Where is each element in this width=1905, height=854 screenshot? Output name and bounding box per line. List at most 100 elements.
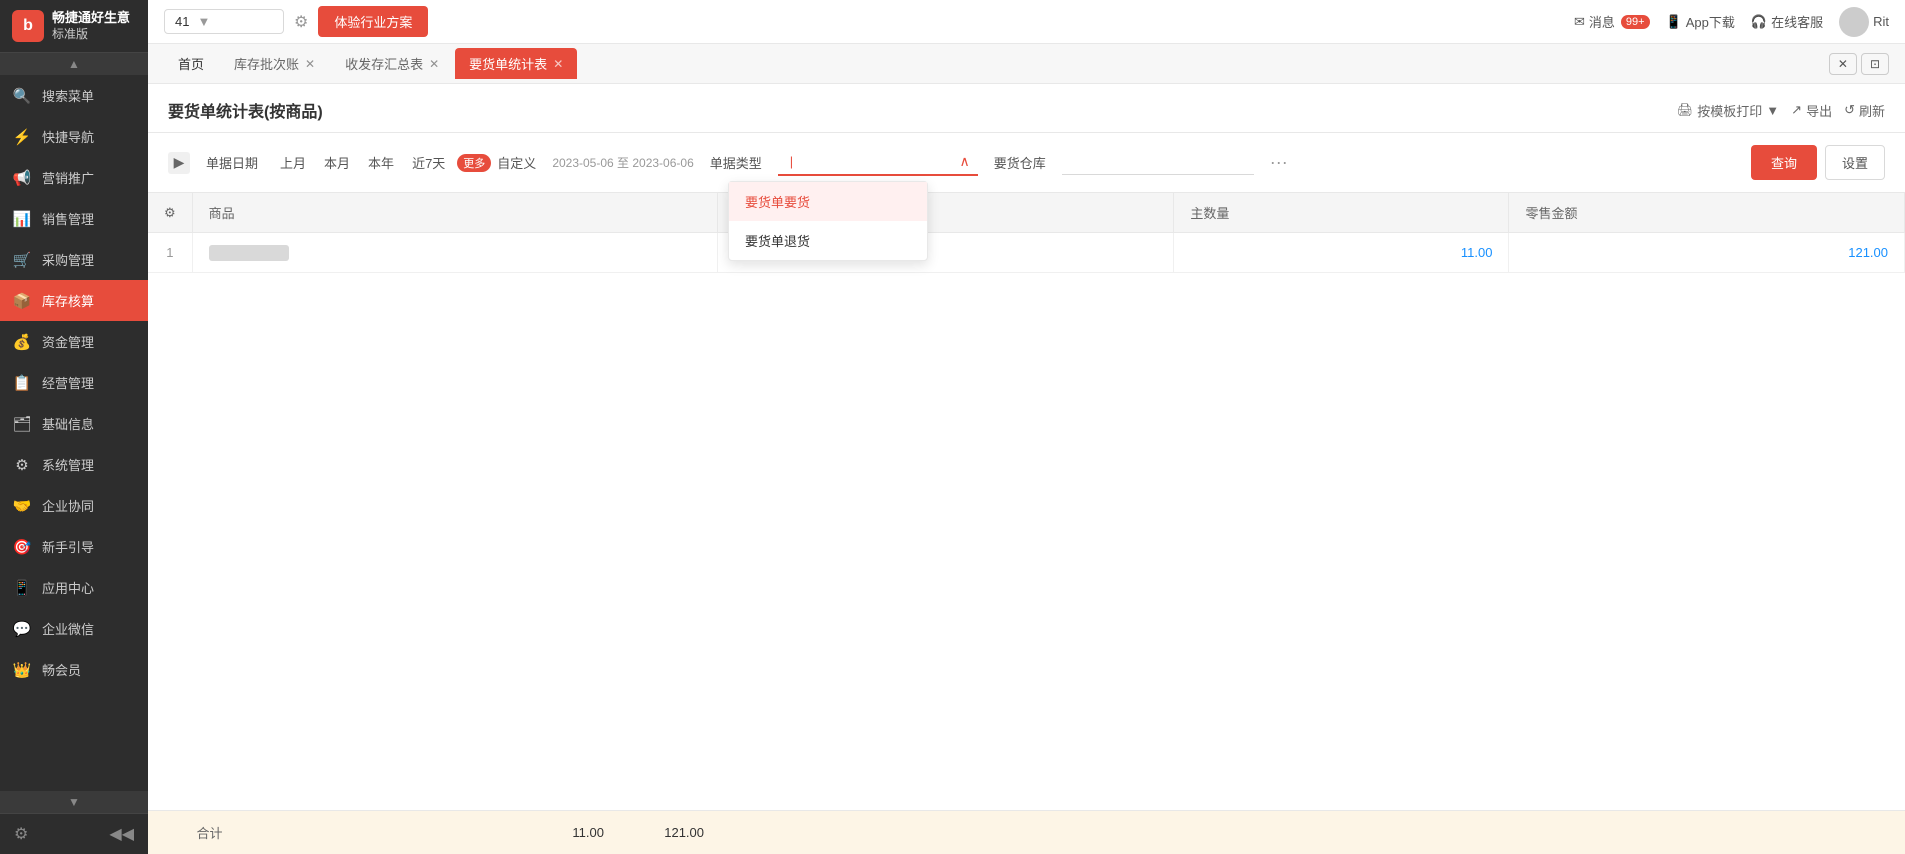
filter-expand-btn[interactable]: ▶ xyxy=(168,152,190,174)
avatar xyxy=(1839,7,1869,37)
date-filter-label: 单据日期 xyxy=(206,153,258,172)
sidebar-nav: 🔍 搜索菜单 ⚡ 快捷导航 📢 营销推广 📊 销售管理 🛒 采购管理 📦 库存核… xyxy=(0,75,148,791)
sidebar-item-guide[interactable]: 🎯 新手引导 xyxy=(0,526,148,567)
search-icon: 🔍 xyxy=(12,87,32,105)
sidebar-item-sales[interactable]: 📊 销售管理 xyxy=(0,198,148,239)
date-custom-btn[interactable]: 自定义 xyxy=(497,153,536,172)
topbar-left: 41 ▼ ⚙ 体验行业方案 xyxy=(164,6,428,37)
print-template-action[interactable]: 🖨 按模板打印 ▼ xyxy=(1677,101,1779,120)
col-settings[interactable]: ⚙ xyxy=(148,193,192,233)
basic-info-icon: 🗂 xyxy=(12,415,32,433)
sidebar-item-purchase[interactable]: 🛒 采购管理 xyxy=(0,239,148,280)
total-qty: 11.00 xyxy=(504,825,604,840)
tab-home[interactable]: 首页 xyxy=(164,48,218,79)
sidebar-item-finance[interactable]: 💰 资金管理 xyxy=(0,321,148,362)
member-icon: 👑 xyxy=(12,661,32,679)
tab-close-recv-send[interactable]: ✕ xyxy=(429,57,439,71)
message-item[interactable]: ✉ 消息 99+ xyxy=(1574,12,1650,31)
system-icon: ⚙ xyxy=(12,456,32,474)
company-select-arrow: ▼ xyxy=(197,14,210,29)
tab-close-order-stats[interactable]: ✕ xyxy=(553,57,563,71)
tab-inventory-batch[interactable]: 库存批次账 ✕ xyxy=(220,48,329,79)
tab-expand-btn[interactable]: ⊡ xyxy=(1861,53,1889,75)
sidebar: b 畅捷通好生意 标准版 ▲ 🔍 搜索菜单 ⚡ 快捷导航 📢 营销推广 📊 销售… xyxy=(0,0,148,854)
sidebar-item-member[interactable]: 👑 畅会员 xyxy=(0,649,148,690)
sidebar-item-inventory[interactable]: 📦 库存核算 xyxy=(0,280,148,321)
filter-bar: ▶ 单据日期 上月 本月 本年 近7天 更多 自定义 2023-05-06 至 … xyxy=(148,133,1905,193)
date-more-badge[interactable]: 更多 xyxy=(457,154,491,172)
tab-close-inventory-batch[interactable]: ✕ xyxy=(305,57,315,71)
date-btn-this-month[interactable]: 本月 xyxy=(318,150,356,175)
user-avatar-item[interactable]: Rit xyxy=(1839,7,1889,37)
total-amount: 121.00 xyxy=(604,825,704,840)
product-blurred xyxy=(209,245,289,261)
filter-more-btn[interactable]: ··· xyxy=(1270,152,1288,173)
inventory-icon: 📦 xyxy=(12,292,32,310)
table-header-row: ⚙ 商品 主计量单位 主数量 零售金额 xyxy=(148,193,1905,233)
tab-close-all-btn[interactable]: ✕ xyxy=(1829,53,1857,75)
sidebar-item-search[interactable]: 🔍 搜索菜单 xyxy=(0,75,148,116)
topbar-right: ✉ 消息 99+ 📱 App下载 🎧 在线客服 Rit xyxy=(1574,7,1889,37)
table-row: 1 块 11.00 121.00 xyxy=(148,233,1905,273)
dropdown-item-order-return[interactable]: 要货单退货 xyxy=(729,221,927,260)
app-download-item[interactable]: 📱 App下载 xyxy=(1666,12,1735,31)
purchase-icon: 🛒 xyxy=(12,251,32,269)
sales-icon: 📊 xyxy=(12,210,32,228)
sidebar-item-marketing[interactable]: 📢 营销推广 xyxy=(0,157,148,198)
print-icon: 🖨 xyxy=(1677,102,1694,118)
message-icon: ✉ xyxy=(1574,14,1585,30)
app-center-icon: 📱 xyxy=(12,579,32,597)
enterprise-icon: 🤝 xyxy=(12,497,32,515)
settings-btn[interactable]: 设置 xyxy=(1825,145,1885,180)
total-label: 合计 xyxy=(164,823,504,842)
col-qty: 主数量 xyxy=(1174,193,1509,233)
print-dropdown-arrow: ▼ xyxy=(1766,103,1779,118)
sidebar-item-quick-nav[interactable]: ⚡ 快捷导航 xyxy=(0,116,148,157)
data-table: ⚙ 商品 主计量单位 主数量 零售金额 1 块 xyxy=(148,193,1905,273)
date-btn-7days[interactable]: 近7天 xyxy=(406,150,451,175)
sidebar-logo: b 畅捷通好生意 标准版 xyxy=(0,0,148,53)
service-icon: 🎧 xyxy=(1751,14,1767,30)
sidebar-item-enterprise[interactable]: 🤝 企业协同 xyxy=(0,485,148,526)
dropdown-item-order-goods[interactable]: 要货单要货 xyxy=(729,182,927,221)
row-amount[interactable]: 121.00 xyxy=(1509,233,1905,273)
settings-icon[interactable]: ⚙ xyxy=(14,824,28,844)
sidebar-bottom: ⚙ ◀◀ xyxy=(0,813,148,854)
sidebar-scroll-up[interactable]: ▲ xyxy=(0,53,148,75)
date-btn-last-month[interactable]: 上月 xyxy=(274,150,312,175)
industry-btn[interactable]: 体验行业方案 xyxy=(318,6,428,37)
table-area: ⚙ 商品 主计量单位 主数量 零售金额 1 块 xyxy=(148,193,1905,810)
export-action[interactable]: ↗ 导出 xyxy=(1791,101,1832,120)
sidebar-item-wechat[interactable]: 💬 企业微信 xyxy=(0,608,148,649)
collapse-icon[interactable]: ◀◀ xyxy=(109,824,134,844)
app-download-icon: 📱 xyxy=(1666,14,1682,30)
type-dropdown: 要货单要货 要货单退货 xyxy=(728,181,928,261)
row-qty[interactable]: 11.00 xyxy=(1174,233,1509,273)
type-select-arrow: ∧ xyxy=(960,153,970,170)
warehouse-filter-input[interactable] xyxy=(1062,151,1254,175)
page-header: 要货单统计表(按商品) 🖨 按模板打印 ▼ ↗ 导出 ↺ 刷新 xyxy=(148,84,1905,133)
company-select[interactable]: 41 ▼ xyxy=(164,9,284,34)
sidebar-item-basic-info[interactable]: 🗂 基础信息 xyxy=(0,403,148,444)
date-btn-this-year[interactable]: 本年 xyxy=(362,150,400,175)
filter-actions: 查询 设置 xyxy=(1751,145,1885,180)
wechat-icon: 💬 xyxy=(12,620,32,638)
guide-icon: 🎯 xyxy=(12,538,32,556)
topbar-gear-icon[interactable]: ⚙ xyxy=(294,12,308,32)
app-logo-icon: b xyxy=(12,10,44,42)
online-service-item[interactable]: 🎧 在线客服 xyxy=(1751,12,1823,31)
type-filter-select[interactable]: | ∧ xyxy=(778,149,978,176)
page-header-actions: 🖨 按模板打印 ▼ ↗ 导出 ↺ 刷新 xyxy=(1677,101,1885,120)
sidebar-item-app-center[interactable]: 📱 应用中心 xyxy=(0,567,148,608)
tab-recv-send[interactable]: 收发存汇总表 ✕ xyxy=(331,48,453,79)
query-btn[interactable]: 查询 xyxy=(1751,145,1817,180)
col-amount: 零售金额 xyxy=(1509,193,1905,233)
sidebar-scroll-down[interactable]: ▼ xyxy=(0,791,148,813)
sidebar-item-system[interactable]: ⚙ 系统管理 xyxy=(0,444,148,485)
tab-order-stats[interactable]: 要货单统计表 ✕ xyxy=(455,48,577,79)
sidebar-item-operations[interactable]: 📋 经营管理 xyxy=(0,362,148,403)
type-filter-label: 单据类型 xyxy=(710,153,762,172)
topbar: 41 ▼ ⚙ 体验行业方案 ✉ 消息 99+ 📱 App下载 🎧 在线客服 R xyxy=(148,0,1905,44)
refresh-action[interactable]: ↺ 刷新 xyxy=(1844,101,1885,120)
row-product xyxy=(192,233,718,273)
